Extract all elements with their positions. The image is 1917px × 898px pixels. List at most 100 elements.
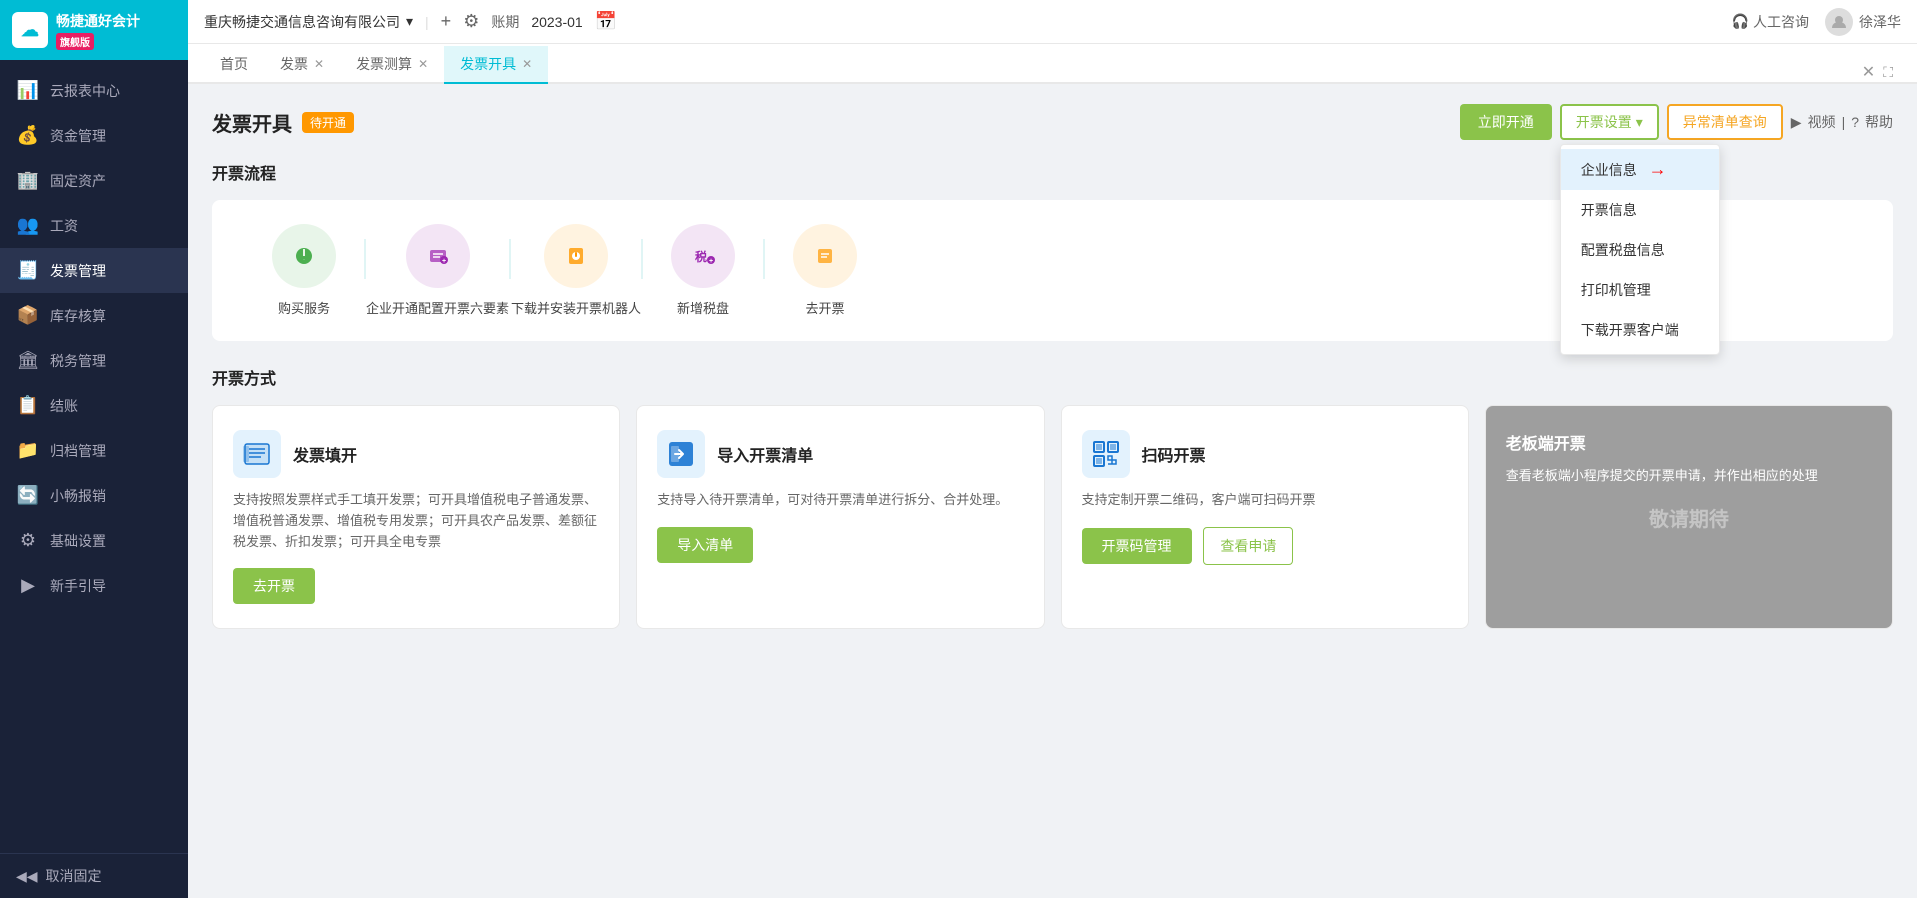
tiankhai-go-button[interactable]: 去开票 [233, 568, 315, 604]
list-icon: 📋 [16, 395, 40, 416]
sidebar-item-gudingzichan[interactable]: 🏢 固定资产 [0, 158, 188, 203]
tab-home-label: 首页 [220, 54, 248, 74]
logo-text: 畅捷通好会计 旗舰版 [56, 11, 140, 50]
method-laobanduan-title: 老板端开票 [1506, 430, 1586, 454]
method-saoma-desc: 支持定制开票二维码，客户端可扫码开票 [1082, 490, 1448, 511]
gear-icon: ⚙ [16, 530, 40, 551]
service-button[interactable]: 🎧 人工咨询 [1732, 12, 1809, 32]
chart-icon: 📊 [16, 80, 40, 101]
invoice-methods: 发票填开 支持按照发票样式手工填开发票；可开具增值税电子普通发票、增值税普通发票… [212, 405, 1893, 629]
method-daoru-icon [657, 430, 705, 478]
receipt-icon: 🧾 [16, 260, 40, 281]
dropdown-kaipiao-label: 开票信息 [1581, 202, 1637, 218]
period-value: 2023-01 [531, 14, 582, 30]
dropdown-xiazai-label: 下载开票客户端 [1581, 322, 1679, 338]
maximize-icon[interactable]: ⛶ [1883, 64, 1893, 81]
dropdown-item-dayinji[interactable]: 打印机管理 [1561, 270, 1719, 310]
sidebar-item-label: 基础设置 [50, 531, 106, 551]
company-name: 重庆畅捷交通信息咨询有限公司 [204, 12, 400, 32]
dropdown-item-qiyexinxi[interactable]: 企业信息 → [1561, 149, 1719, 190]
play-icon: ▶ [16, 575, 40, 596]
sidebar-item-xinshouyindao[interactable]: ▶ 新手引导 [0, 563, 188, 608]
red-arrow-icon: → [1649, 159, 1667, 180]
play-circle-icon: ▶ [1791, 114, 1802, 131]
sidebar-item-yunbao[interactable]: 📊 云报表中心 [0, 68, 188, 113]
step-addtax-label: 新增税盘 [677, 298, 729, 317]
divider: | [1842, 114, 1846, 130]
exception-list-button[interactable]: 异常清单查询 [1667, 104, 1783, 140]
box-icon: 📦 [16, 305, 40, 326]
cancel-fixed-label: 取消固定 [46, 866, 102, 886]
settings-button[interactable]: 开票设置 ▾ [1560, 104, 1659, 140]
tab-kaiqu-close[interactable]: ✕ [522, 57, 532, 71]
sidebar-item-fapiao[interactable]: 🧾 发票管理 [0, 248, 188, 293]
dropdown-item-peizhi[interactable]: 配置税盘信息 [1561, 230, 1719, 270]
sidebar-nav: 📊 云报表中心 💰 资金管理 🏢 固定资产 👥 工资 🧾 发票管理 📦 库存核算… [0, 60, 188, 853]
dropdown-dayinji-label: 打印机管理 [1581, 282, 1651, 298]
sidebar-item-jichushezhi[interactable]: ⚙ 基础设置 [0, 518, 188, 563]
settings-icon[interactable]: ⚙ [463, 11, 479, 32]
sidebar-item-kucun[interactable]: 📦 库存核算 [0, 293, 188, 338]
tab-home[interactable]: 首页 [204, 46, 264, 84]
tab-cesuan-close[interactable]: ✕ [418, 57, 428, 71]
page-title-area: 发票开具 待开通 [212, 108, 354, 137]
sidebar-item-zijin[interactable]: 💰 资金管理 [0, 113, 188, 158]
step-buy-icon [272, 224, 336, 288]
tab-fapiao[interactable]: 发票 ✕ [264, 46, 340, 84]
dropdown-peizhi-label: 配置税盘信息 [1581, 242, 1665, 258]
sidebar-item-jiezhang[interactable]: 📋 结账 [0, 383, 188, 428]
sidebar-item-label: 结账 [50, 396, 78, 416]
money-icon: 💰 [16, 125, 40, 146]
method-card-daoru: 导入开票清单 支持导入待开票清单，可对待开票清单进行拆分、合并处理。 导入清单 [636, 405, 1044, 629]
sidebar-item-xiaochang[interactable]: 🔄 小畅报销 [0, 473, 188, 518]
settings-dropdown-container: 开票设置 ▾ 企业信息 → 开票信息 配置税盘信息 [1560, 104, 1659, 140]
dropdown-item-kaipiaoxinxi[interactable]: 开票信息 [1561, 190, 1719, 230]
username: 徐泽华 [1859, 12, 1901, 32]
video-label: 视频 [1808, 112, 1836, 132]
logo-sub: 旗舰版 [56, 33, 94, 50]
method-tiankhai-title: 发票填开 [293, 442, 357, 466]
method-card-saoma: 扫码开票 支持定制开票二维码，客户端可扫码开票 开票码管理 查看申请 [1061, 405, 1469, 629]
step-invoice-icon [793, 224, 857, 288]
saoma-manage-button[interactable]: 开票码管理 [1082, 528, 1192, 564]
step-download: 下载并安装开票机器人 [511, 224, 641, 317]
tab-kaiqu-label: 发票开具 [460, 54, 516, 74]
logo-main: 畅捷通好会计 [56, 11, 140, 31]
sidebar-item-label: 库存核算 [50, 306, 106, 326]
methods-section: 开票方式 [212, 365, 1893, 629]
sidebar-bottom-cancel[interactable]: ◀◀ 取消固定 [0, 853, 188, 898]
sidebar-item-label: 工资 [50, 216, 78, 236]
dropdown-item-xiazai[interactable]: 下载开票客户端 [1561, 310, 1719, 350]
method-laobanduan-desc: 查看老板端小程序提交的开票申请，并作出相应的处理 [1506, 466, 1872, 487]
method-saoma-title: 扫码开票 [1142, 442, 1206, 466]
step-config: + 企业开通配置开票六要素 [366, 224, 509, 317]
company-selector[interactable]: 重庆畅捷交通信息咨询有限公司 ▾ [204, 12, 413, 32]
daoru-import-button[interactable]: 导入清单 [657, 527, 753, 563]
close-window-icon[interactable]: ✕ [1862, 62, 1875, 82]
sidebar-item-shuiwu[interactable]: 🏛 税务管理 [0, 338, 188, 383]
saoma-view-button[interactable]: 查看申请 [1203, 527, 1293, 565]
step-invoice: 去开票 [765, 224, 885, 317]
topbar-right: 🎧 人工咨询 徐泽华 [1732, 8, 1901, 36]
sidebar-item-gongzi[interactable]: 👥 工资 [0, 203, 188, 248]
topbar: 重庆畅捷交通信息咨询有限公司 ▾ | + ⚙ 账期 2023-01 📅 🎧 人工… [188, 0, 1917, 44]
settings-button-label: 开票设置 [1576, 112, 1632, 132]
status-badge: 待开通 [302, 112, 354, 133]
tab-fapiaocesuan[interactable]: 发票测算 ✕ [340, 46, 444, 84]
sidebar-item-guidang[interactable]: 📁 归档管理 [0, 428, 188, 473]
method-laobanduan-header: 老板端开票 [1506, 430, 1872, 454]
main-area: 重庆畅捷交通信息咨询有限公司 ▾ | + ⚙ 账期 2023-01 📅 🎧 人工… [188, 0, 1917, 898]
tab-fapiaokaiqu[interactable]: 发票开具 ✕ [444, 46, 548, 84]
sidebar-item-label: 新手引导 [50, 576, 106, 596]
user-info[interactable]: 徐泽华 [1825, 8, 1901, 36]
topbar-divider1: | [425, 14, 429, 30]
immediate-open-button[interactable]: 立即开通 [1460, 104, 1552, 140]
tab-fapiao-close[interactable]: ✕ [314, 57, 324, 71]
folder-icon: 📁 [16, 440, 40, 461]
sidebar-item-label: 税务管理 [50, 351, 106, 371]
video-button[interactable]: ▶ 视频 | ? 帮助 [1791, 112, 1893, 132]
calendar-icon[interactable]: 📅 [595, 11, 617, 32]
pin-icon: ◀◀ [16, 868, 38, 885]
add-icon[interactable]: + [441, 11, 452, 32]
service-label: 人工咨询 [1753, 12, 1809, 32]
